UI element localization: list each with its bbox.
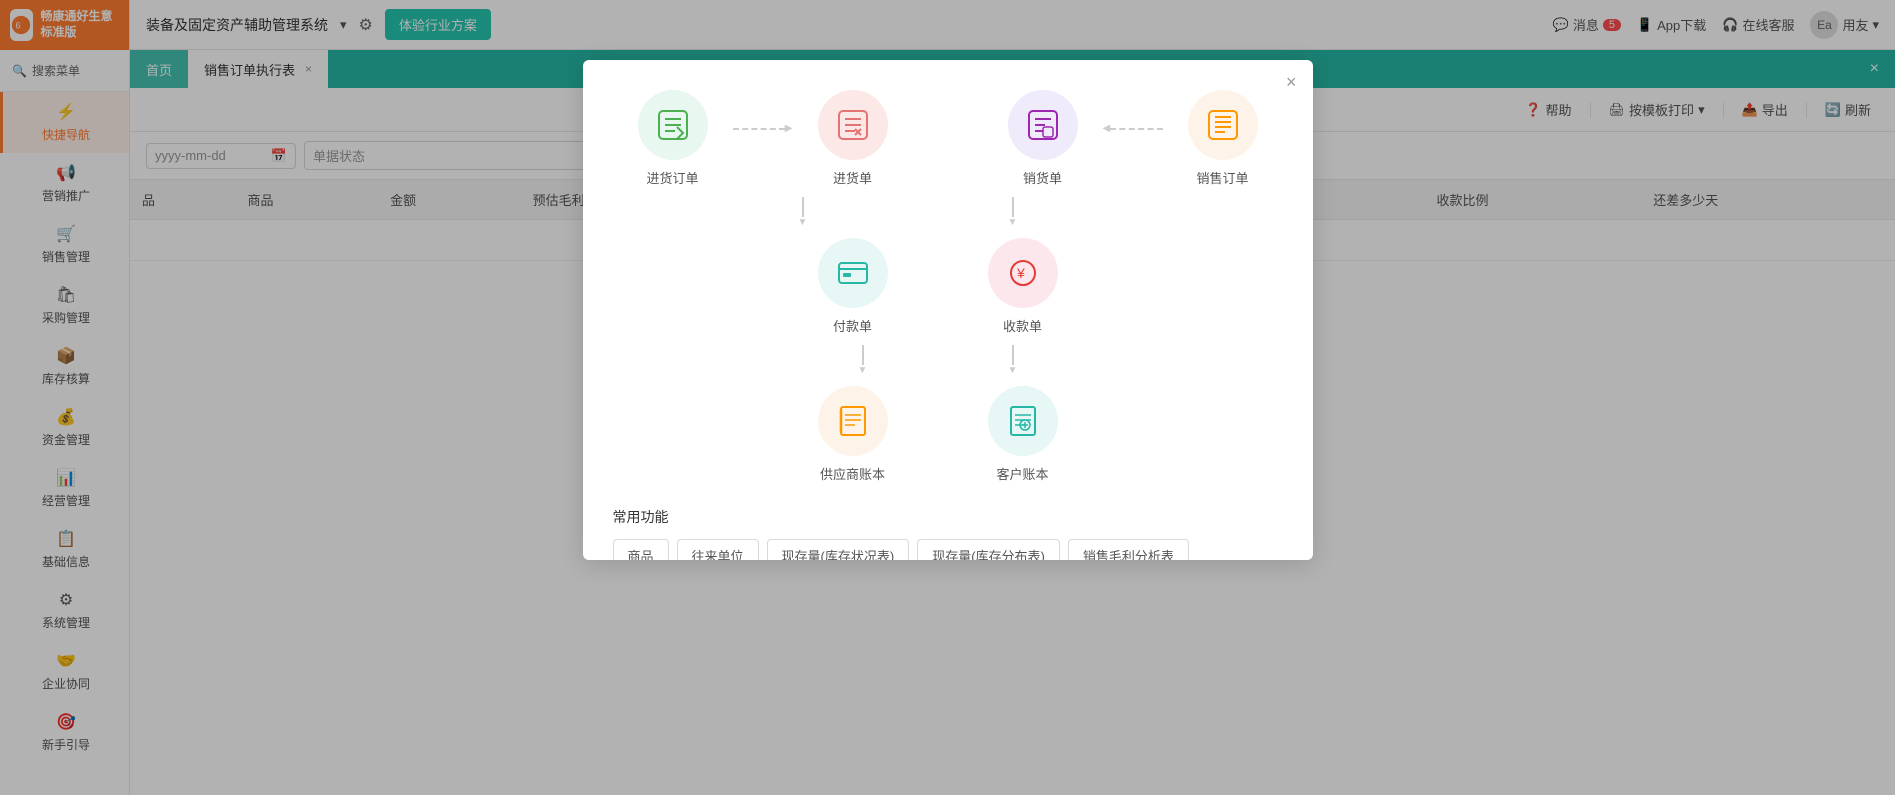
payment-out-label: 付款单 [833, 316, 872, 335]
flow-node-customer-ledger[interactable]: 客户账本 [963, 386, 1083, 483]
supplier-ledger-circle [818, 386, 888, 456]
arrow-down-purchase: ▼ [768, 197, 838, 228]
flow-node-sales-order[interactable]: 销售订单 [1163, 90, 1283, 187]
flow-node-purchase-form[interactable]: 进货单 [793, 90, 913, 187]
purchase-form-label: 进货单 [833, 168, 872, 187]
flow-arrows-row: ▼ ▼ [613, 197, 1283, 228]
flow-arrows-row2: ▼ ▼ [613, 345, 1283, 376]
arrow-salesorder-to-salesform: ◀ [1103, 123, 1163, 154]
sales-form-label: 销货单 [1023, 168, 1062, 187]
function-buttons-row1: 商品 往来单位 现存量(库存状况表) 现存量(库存分布表) 销售毛利分析表 商品… [613, 539, 1283, 560]
flow-row-1: 进货订单 ▶ 进货单 [613, 90, 1283, 187]
arrow-down-sales: ▼ [978, 197, 1048, 228]
payment-in-circle: ¥ [988, 238, 1058, 308]
payment-in-label: 收款单 [1003, 316, 1042, 335]
sales-order-label: 销售订单 [1196, 168, 1248, 187]
quick-nav-modal: × 进货订单 [583, 60, 1313, 560]
customer-ledger-label: 客户账本 [996, 464, 1048, 483]
fn-stock-status[interactable]: 现存量(库存状况表) [767, 539, 910, 560]
modal-overlay[interactable]: × 进货订单 [130, 0, 1895, 795]
payment-out-circle [818, 238, 888, 308]
flow-row-2: 付款单 ¥ 收款单 [613, 238, 1283, 335]
flow-node-sales-form[interactable]: 销货单 [983, 90, 1103, 187]
flow-node-purchase-order[interactable]: 进货订单 [613, 90, 733, 187]
purchase-form-circle [818, 90, 888, 160]
purchase-order-label: 进货订单 [646, 168, 698, 187]
modal-close-button[interactable]: × [1286, 72, 1297, 93]
arrow-down-payment-out: ▼ [828, 345, 898, 376]
purchase-order-circle [638, 90, 708, 160]
flow-diagram: 进货订单 ▶ 进货单 [613, 90, 1283, 483]
main-area: 装备及固定资产辅助管理系统 ▾ ⚙ 体验行业方案 💬 消息 5 📱 App下载 … [130, 0, 1895, 795]
flow-row-3: 供应商账本 客户账本 [613, 386, 1283, 483]
flow-node-payment-in[interactable]: ¥ 收款单 [963, 238, 1083, 335]
common-functions-title: 常用功能 [613, 507, 1283, 527]
fn-contacts[interactable]: 往来单位 [677, 539, 759, 560]
svg-text:¥: ¥ [1016, 265, 1025, 281]
sales-order-circle [1188, 90, 1258, 160]
fn-stock-distribution[interactable]: 现存量(库存分布表) [917, 539, 1060, 560]
fn-sales-profit[interactable]: 销售毛利分析表 [1068, 539, 1189, 560]
arrow-down-payment-in: ▼ [978, 345, 1048, 376]
flow-node-supplier-ledger[interactable]: 供应商账本 [793, 386, 913, 483]
sales-form-circle [1008, 90, 1078, 160]
customer-ledger-circle [988, 386, 1058, 456]
common-functions-section: 常用功能 商品 往来单位 现存量(库存状况表) 现存量(库存分布表) 销售毛利分… [613, 507, 1283, 560]
fn-product[interactable]: 商品 [613, 539, 669, 560]
flow-node-payment-out[interactable]: 付款单 [793, 238, 913, 335]
supplier-ledger-label: 供应商账本 [820, 464, 885, 483]
arrow-purchase-to-purchaseform: ▶ [733, 123, 793, 154]
